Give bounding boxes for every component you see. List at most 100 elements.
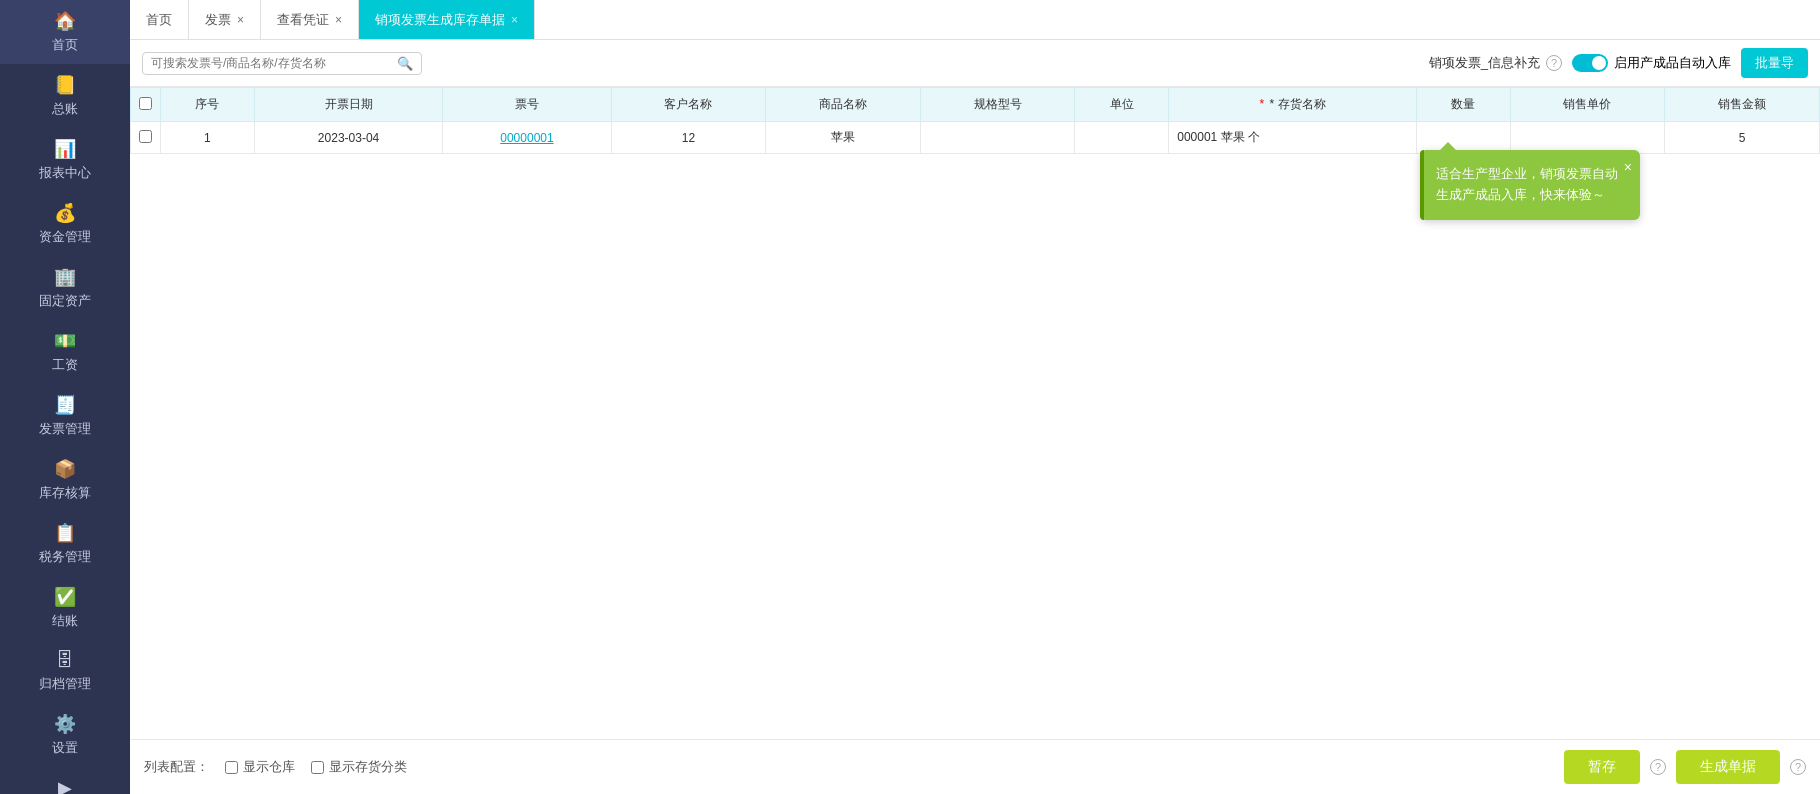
- cell-price: [1510, 122, 1665, 154]
- header-inventory-label: * 存货名称: [1270, 97, 1326, 111]
- sidebar-item-tax[interactable]: 📋 税务管理: [0, 512, 130, 576]
- show-category-checkbox[interactable]: [311, 761, 324, 774]
- toolbar-top: 🔍 销项发票_信息补充 ? 启用产成品自动入库 批量导: [130, 40, 1820, 87]
- sidebar-item-label: 首页: [52, 36, 78, 54]
- tab-home[interactable]: 首页: [130, 0, 189, 39]
- tab-label: 销项发票生成库存单据: [375, 11, 505, 29]
- close-accounts-icon: ✅: [54, 586, 76, 608]
- select-all-checkbox[interactable]: [139, 97, 152, 110]
- tooltip-bar: [1420, 150, 1424, 220]
- sidebar-item-archive[interactable]: 🗄 归档管理: [0, 640, 130, 703]
- sidebar-item-ledger[interactable]: 📒 总账: [0, 64, 130, 128]
- sidebar-item-fund[interactable]: 💰 资金管理: [0, 192, 130, 256]
- ledger-icon: 📒: [54, 74, 76, 96]
- sidebar-item-payroll[interactable]: 💵 工资: [0, 320, 130, 384]
- sidebar-item-asset[interactable]: 🏢 固定资产: [0, 256, 130, 320]
- tooltip-text: 适合生产型企业，销项发票自动生成产成品入库，快来体验～: [1436, 166, 1618, 202]
- show-warehouse-group: 显示仓库: [225, 758, 295, 776]
- toggle-label: 启用产成品自动入库: [1614, 54, 1731, 72]
- header-seq: 序号: [161, 88, 255, 122]
- show-category-label: 显示存货分类: [329, 758, 407, 776]
- show-warehouse-checkbox[interactable]: [225, 761, 238, 774]
- cell-qty: [1416, 122, 1510, 154]
- sidebar-item-label: 发票管理: [39, 420, 91, 438]
- tab-bar: 首页 发票 × 查看凭证 × 销项发票生成库存单据 ×: [130, 0, 1820, 40]
- sidebar-item-guide[interactable]: ▶ 新手引导: [0, 767, 130, 794]
- search-box: 🔍: [142, 52, 422, 75]
- cell-spec: [920, 122, 1075, 154]
- sidebar-item-label: 总账: [52, 100, 78, 118]
- sidebar-item-close-accounts[interactable]: ✅ 结账: [0, 576, 130, 640]
- sidebar-item-settings[interactable]: ⚙️ 设置: [0, 703, 130, 767]
- sidebar-item-label: 归档管理: [39, 675, 91, 693]
- header-date: 开票日期: [254, 88, 443, 122]
- row-checkbox-cell: [131, 122, 161, 154]
- config-label: 列表配置：: [144, 758, 209, 776]
- show-warehouse-label: 显示仓库: [243, 758, 295, 776]
- sidebar-item-report[interactable]: 📊 报表中心: [0, 128, 130, 192]
- cell-date: 2023-03-04: [254, 122, 443, 154]
- payroll-icon: 💵: [54, 330, 76, 352]
- invoice-icon: 🧾: [54, 394, 76, 416]
- data-table: 序号 开票日期 票号 客户名称 商品名称 规格型号 单位 * * 存货名称 数量…: [130, 87, 1820, 154]
- cell-product: 苹果: [766, 122, 921, 154]
- cell-unit: [1075, 122, 1169, 154]
- close-icon[interactable]: ×: [511, 13, 518, 27]
- auto-warehouse-toggle[interactable]: [1572, 54, 1608, 72]
- cell-number[interactable]: 00000001: [443, 122, 611, 154]
- info-section: 销项发票_信息补充 ?: [1429, 54, 1562, 72]
- info-icon[interactable]: ?: [1546, 55, 1562, 71]
- generate-info-icon[interactable]: ?: [1790, 759, 1806, 775]
- sidebar-item-home[interactable]: 🏠 首页: [0, 0, 130, 64]
- sidebar-item-inventory[interactable]: 📦 库存核算: [0, 448, 130, 512]
- cell-seq: 1: [161, 122, 255, 154]
- sidebar-item-label: 税务管理: [39, 548, 91, 566]
- required-star: *: [1260, 97, 1265, 111]
- inventory-icon: 📦: [54, 458, 76, 480]
- sidebar-item-label: 固定资产: [39, 292, 91, 310]
- row-checkbox[interactable]: [139, 130, 152, 143]
- sidebar-item-label: 结账: [52, 612, 78, 630]
- close-icon[interactable]: ×: [237, 13, 244, 27]
- cell-amount: 5: [1665, 122, 1820, 154]
- tooltip-popup: × 适合生产型企业，销项发票自动生成产成品入库，快来体验～: [1420, 150, 1640, 220]
- info-label: 销项发票_信息补充: [1429, 54, 1540, 72]
- header-qty: 数量: [1416, 88, 1510, 122]
- search-input[interactable]: [151, 56, 391, 70]
- sidebar-item-label: 工资: [52, 356, 78, 374]
- sidebar-item-label: 资金管理: [39, 228, 91, 246]
- search-icon[interactable]: 🔍: [397, 56, 413, 71]
- tax-icon: 📋: [54, 522, 76, 544]
- tab-invoice[interactable]: 发票 ×: [189, 0, 261, 39]
- fund-icon: 💰: [54, 202, 76, 224]
- close-icon[interactable]: ×: [335, 13, 342, 27]
- sidebar: 🏠 首页 📒 总账 📊 报表中心 💰 资金管理 🏢 固定资产 💵 工资 🧾 发票…: [0, 0, 130, 794]
- toggle-section: 启用产成品自动入库: [1572, 54, 1731, 72]
- bottom-buttons: 暂存 ? 生成单据 ?: [1564, 750, 1806, 784]
- header-number: 票号: [443, 88, 611, 122]
- cell-inventory[interactable]: 000001 苹果 个: [1169, 122, 1417, 154]
- tooltip-close-button[interactable]: ×: [1624, 156, 1632, 178]
- tab-label: 发票: [205, 11, 231, 29]
- tab-voucher[interactable]: 查看凭证 ×: [261, 0, 359, 39]
- batch-button[interactable]: 批量导: [1741, 48, 1808, 78]
- save-info-icon[interactable]: ?: [1650, 759, 1666, 775]
- header-spec: 规格型号: [920, 88, 1075, 122]
- cell-customer: 12: [611, 122, 766, 154]
- header-customer: 客户名称: [611, 88, 766, 122]
- header-unit: 单位: [1075, 88, 1169, 122]
- header-checkbox: [131, 88, 161, 122]
- tab-label: 首页: [146, 11, 172, 29]
- show-category-group: 显示存货分类: [311, 758, 407, 776]
- asset-icon: 🏢: [54, 266, 76, 288]
- content-area: 🔍 销项发票_信息补充 ? 启用产成品自动入库 批量导 序: [130, 40, 1820, 794]
- archive-icon: 🗄: [56, 650, 74, 671]
- save-button[interactable]: 暂存: [1564, 750, 1640, 784]
- sidebar-item-invoice[interactable]: 🧾 发票管理: [0, 384, 130, 448]
- tab-generate[interactable]: 销项发票生成库存单据 ×: [359, 0, 535, 39]
- sidebar-item-label: 报表中心: [39, 164, 91, 182]
- bottom-bar: 列表配置： 显示仓库 显示存货分类 暂存 ? 生成单据 ?: [130, 739, 1820, 794]
- home-icon: 🏠: [54, 10, 76, 32]
- generate-button[interactable]: 生成单据: [1676, 750, 1780, 784]
- report-icon: 📊: [54, 138, 76, 160]
